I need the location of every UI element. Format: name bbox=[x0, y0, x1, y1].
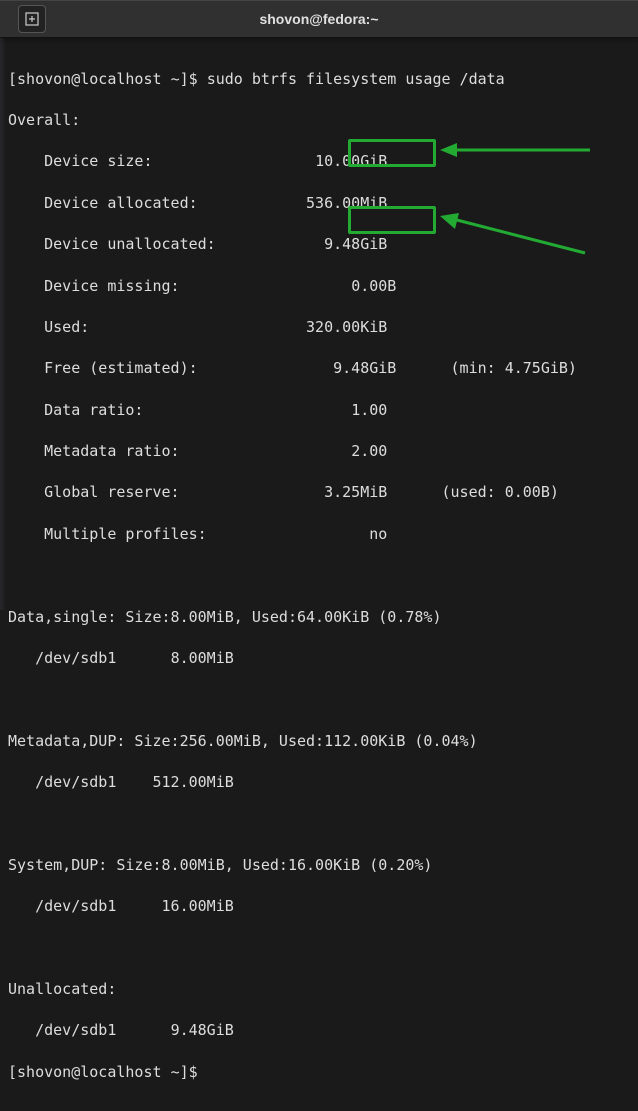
terminal-output[interactable]: [shovon@localhost ~]$ sudo btrfs filesys… bbox=[0, 38, 638, 1111]
arrow-top bbox=[435, 135, 595, 165]
metadata-section-device: /dev/sdb1 512.00MiB bbox=[8, 772, 630, 793]
blank-row bbox=[8, 689, 630, 710]
arrow-bottom bbox=[435, 203, 595, 263]
command-text: sudo btrfs filesystem usage /data bbox=[207, 70, 505, 88]
prompt-host: localhost bbox=[80, 1063, 161, 1081]
extra-free-estimated: (min: 4.75GiB) bbox=[451, 359, 577, 377]
prompt-symbol: $ bbox=[189, 1063, 198, 1081]
label-device-size: Device size: bbox=[44, 152, 152, 170]
value-data-ratio: 1.00 bbox=[351, 401, 387, 419]
blank-row bbox=[8, 938, 630, 959]
data-section-device: /dev/sdb1 8.00MiB bbox=[8, 648, 630, 669]
highlight-free bbox=[348, 206, 436, 234]
prompt-line-2: [shovon@localhost ~]$ bbox=[8, 1062, 630, 1083]
system-section-header: System,DUP: Size:8.00MiB, Used:16.00KiB … bbox=[8, 855, 630, 876]
blank-row bbox=[8, 565, 630, 586]
metadata-section-header: Metadata,DUP: Size:256.00MiB, Used:112.0… bbox=[8, 731, 630, 752]
system-section-device: /dev/sdb1 16.00MiB bbox=[8, 896, 630, 917]
label-device-missing: Device missing: bbox=[44, 277, 179, 295]
prompt-line: [shovon@localhost ~]$ sudo btrfs filesys… bbox=[8, 69, 630, 90]
row-free-estimated: Free (estimated): 9.48GiB (min: 4.75GiB) bbox=[8, 358, 630, 379]
value-multiple-profiles: no bbox=[369, 525, 387, 543]
device-path: /dev/sdb1 bbox=[35, 897, 116, 915]
window-title: shovon@fedora:~ bbox=[259, 11, 378, 27]
label-device-allocated: Device allocated: bbox=[44, 194, 198, 212]
value-global-reserve: 3.25MiB bbox=[324, 483, 387, 501]
unallocated-section-device: /dev/sdb1 9.48GiB bbox=[8, 1020, 630, 1041]
value-device-unallocated: 9.48GiB bbox=[324, 235, 387, 253]
prompt-host: localhost bbox=[80, 70, 161, 88]
highlight-unallocated bbox=[348, 139, 436, 167]
device-amount: 9.48GiB bbox=[171, 1021, 234, 1039]
row-multiple-profiles: Multiple profiles: no bbox=[8, 524, 630, 545]
blank-row bbox=[8, 813, 630, 834]
prompt-dir: ~ bbox=[171, 70, 180, 88]
device-path: /dev/sdb1 bbox=[35, 773, 116, 791]
new-tab-icon[interactable] bbox=[18, 5, 46, 33]
extra-global-reserve: (used: 0.00B) bbox=[442, 483, 559, 501]
prompt-user: shovon bbox=[17, 70, 71, 88]
window-titlebar: shovon@fedora:~ bbox=[0, 0, 638, 38]
label-free-estimated: Free (estimated): bbox=[44, 359, 198, 377]
value-device-missing: 0.00B bbox=[351, 277, 396, 295]
row-device-missing: Device missing: 0.00B bbox=[8, 276, 630, 297]
overall-header: Overall: bbox=[8, 110, 630, 131]
device-amount: 16.00MiB bbox=[162, 897, 234, 915]
value-metadata-ratio: 2.00 bbox=[351, 442, 387, 460]
device-amount: 8.00MiB bbox=[171, 649, 234, 667]
row-metadata-ratio: Metadata ratio: 2.00 bbox=[8, 441, 630, 462]
device-amount: 512.00MiB bbox=[153, 773, 234, 791]
label-global-reserve: Global reserve: bbox=[44, 483, 179, 501]
label-data-ratio: Data ratio: bbox=[44, 401, 143, 419]
value-used: 320.00KiB bbox=[306, 318, 387, 336]
row-global-reserve: Global reserve: 3.25MiB (used: 0.00B) bbox=[8, 482, 630, 503]
prompt-user: shovon bbox=[17, 1063, 71, 1081]
label-metadata-ratio: Metadata ratio: bbox=[44, 442, 179, 460]
label-multiple-profiles: Multiple profiles: bbox=[44, 525, 207, 543]
label-device-unallocated: Device unallocated: bbox=[44, 235, 216, 253]
device-path: /dev/sdb1 bbox=[35, 1021, 116, 1039]
prompt-symbol: $ bbox=[189, 70, 198, 88]
value-free-estimated: 9.48GiB bbox=[333, 359, 396, 377]
row-used: Used: 320.00KiB bbox=[8, 317, 630, 338]
label-used: Used: bbox=[44, 318, 89, 336]
device-path: /dev/sdb1 bbox=[35, 649, 116, 667]
unallocated-section-header: Unallocated: bbox=[8, 979, 630, 1000]
prompt-dir: ~ bbox=[171, 1063, 180, 1081]
row-data-ratio: Data ratio: 1.00 bbox=[8, 400, 630, 421]
